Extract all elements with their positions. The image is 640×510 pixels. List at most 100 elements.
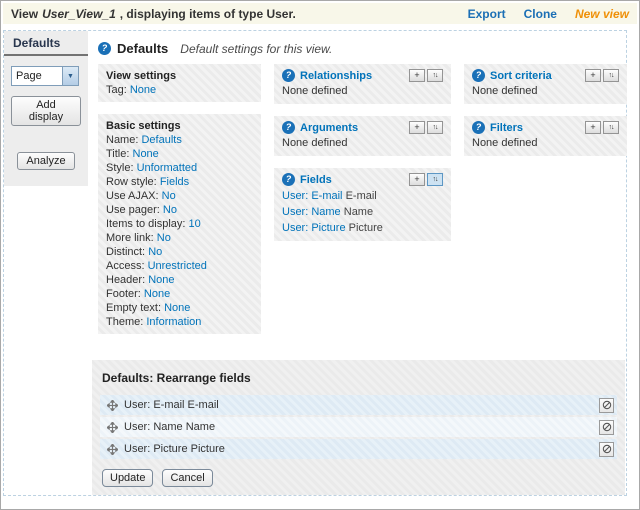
theme-setting-link[interactable]: Information [146,316,201,328]
add-filter-button[interactable]: + [585,121,601,134]
remove-field-button[interactable] [599,419,614,435]
sort-criteria-header: ? Sort criteria + ↑↓ [472,69,619,82]
rearrange-row: User: Picture Picture [100,439,617,459]
help-icon[interactable]: ? [472,69,485,82]
setting-row: Use AJAX: No [106,189,253,203]
display-type-select[interactable]: Page ▼ [11,66,79,86]
basic-settings-box: Basic settings Name: Defaults Title: Non… [98,114,261,334]
add-relationship-button[interactable]: + [409,69,425,82]
remove-field-button[interactable] [599,441,614,457]
settings-column-2: ? Relationships + ↑↓ None defined ? Argu… [274,64,451,253]
help-icon[interactable]: ? [282,69,295,82]
page-title-prefix: View [11,6,39,21]
setting-label: Name: [106,134,139,146]
export-link[interactable]: Export [468,7,506,21]
drag-handle-icon[interactable] [100,443,124,455]
setting-row: Access: Unrestricted [106,259,253,273]
setting-row: Use pager: No [106,203,253,217]
cancel-button[interactable]: Cancel [162,469,213,487]
sort-criteria-empty-text: None defined [472,85,538,97]
views-edit-container: Defaults Page ▼ Add display Analyze ? De… [3,30,627,496]
remove-field-button[interactable] [599,397,614,413]
remove-icon [602,400,611,410]
display-settings-content: ? Defaults Default settings for this vie… [88,31,637,495]
name-setting-link[interactable]: Defaults [141,134,181,146]
items-to-display-setting-link[interactable]: 10 [189,218,201,230]
arguments-title-link[interactable]: Arguments [300,122,358,134]
arguments-header: ? Arguments + ↑↓ [282,121,443,134]
setting-label: Distinct: [106,246,146,258]
setting-label: Theme: [106,316,144,328]
distinct-setting-link[interactable]: No [148,246,162,258]
remove-icon [602,422,611,432]
field-link[interactable]: User: Picture [282,222,346,234]
views-ui-screen: View User_View_1 , displaying items of t… [0,0,640,510]
help-icon[interactable]: ? [282,173,295,186]
more-link-setting-link[interactable]: No [157,232,171,244]
field-link[interactable]: User: Name [282,206,341,218]
access-setting-link[interactable]: Unrestricted [148,260,207,272]
relationships-empty-text: None defined [282,85,348,97]
empty-text-setting-link[interactable]: None [164,302,190,314]
setting-label: Row style: [106,176,157,188]
rearrange-row: User: E-mail E-mail [100,395,617,415]
help-icon[interactable]: ? [472,121,485,134]
fields-title-link[interactable]: Fields [300,174,332,186]
drag-handle-icon[interactable] [100,421,124,433]
display-type-selected-value: Page [16,70,42,82]
rearrange-relationships-button[interactable]: ↑↓ [427,69,443,82]
setting-row: Name: Defaults [106,133,253,147]
display-title: Defaults [117,41,169,56]
rearrange-fields-form: Defaults: Rearrange fields User: E-mail … [92,360,625,495]
setting-row: Tag: None [106,83,253,97]
tab-defaults[interactable]: Defaults [4,31,88,56]
setting-label: Use AJAX: [106,190,159,202]
sort-criteria-title-link[interactable]: Sort criteria [490,70,552,82]
header-setting-link[interactable]: None [148,274,174,286]
style-setting-link[interactable]: Unformatted [137,162,198,174]
drag-handle-icon[interactable] [100,399,124,411]
display-sidebar: Defaults Page ▼ Add display Analyze [4,31,88,495]
field-link[interactable]: User: E-mail [282,190,343,202]
field-label-suffix: Picture [348,222,383,234]
arguments-empty-text: None defined [282,137,348,149]
page-title-suffix: , displaying items of type User. [119,6,296,21]
rearrange-fields-button[interactable]: ↑↓ [427,173,443,186]
sort-criteria-actions: + ↑↓ [585,69,619,82]
analyze-button[interactable]: Analyze [17,152,75,170]
setting-label: Footer: [106,288,141,300]
add-display-button[interactable]: Add display [11,96,81,126]
update-button[interactable]: Update [102,469,154,487]
remove-icon [602,444,611,454]
rearrange-filters-button[interactable]: ↑↓ [603,121,619,134]
fields-actions: + ↑↓ [409,173,443,186]
rearrange-arguments-button[interactable]: ↑↓ [427,121,443,134]
add-sort-button[interactable]: + [585,69,601,82]
field-label-suffix: E-mail [345,190,377,202]
title-setting-link[interactable]: None [133,148,159,160]
relationships-title-link[interactable]: Relationships [300,70,372,82]
add-argument-button[interactable]: + [409,121,425,134]
setting-row: Theme: Information [106,315,253,329]
filters-title-link[interactable]: Filters [490,122,523,134]
setting-row: More link: No [106,231,253,245]
add-field-button[interactable]: + [409,173,425,186]
setting-label: Style: [106,162,134,174]
use-ajax-setting-link[interactable]: No [162,190,176,202]
view-settings-box: View settings Tag: None [98,64,261,102]
basic-settings-title: Basic settings [106,120,181,132]
row-style-setting-link[interactable]: Fields [160,176,189,188]
display-controls: Page ▼ Add display Analyze [4,56,88,170]
rearrange-sorts-button[interactable]: ↑↓ [603,69,619,82]
use-pager-setting-link[interactable]: No [163,204,177,216]
help-icon[interactable]: ? [282,121,295,134]
footer-setting-link[interactable]: None [144,288,170,300]
setting-row: Empty text: None [106,301,253,315]
relationships-header: ? Relationships + ↑↓ [282,69,443,82]
new-view-link[interactable]: New view [575,7,629,21]
chevron-down-icon: ▼ [62,67,78,85]
filters-header: ? Filters + ↑↓ [472,121,619,134]
clone-link[interactable]: Clone [524,7,557,21]
tag-setting-link[interactable]: None [130,84,156,96]
help-icon[interactable]: ? [98,42,111,55]
